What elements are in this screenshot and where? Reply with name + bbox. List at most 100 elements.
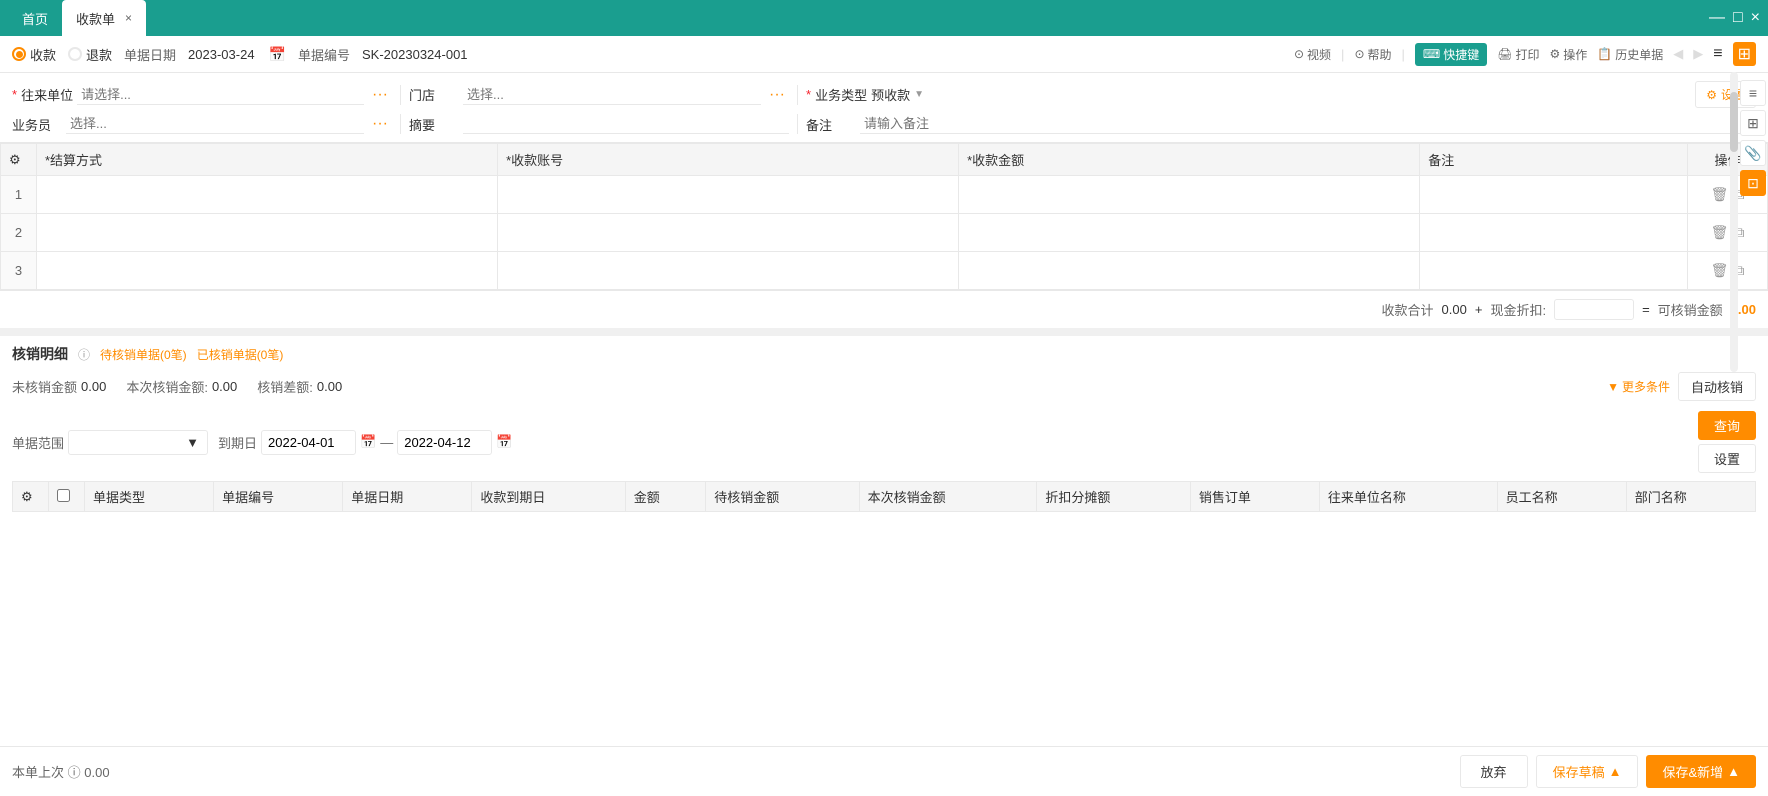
calendar-from-icon[interactable]: 📅 [360, 434, 376, 450]
calendar-icon[interactable]: 📅 [269, 46, 286, 63]
date-to-input[interactable] [397, 430, 492, 455]
scrollbar-thumb[interactable] [1730, 92, 1738, 152]
select-all-checkbox[interactable] [57, 489, 70, 502]
counterpart-input[interactable] [77, 85, 364, 105]
shortcut-btn[interactable]: ⌨ 快捷键 [1415, 43, 1487, 66]
cell-2-2[interactable] [498, 214, 959, 252]
tab-close-icon[interactable]: × [125, 11, 132, 25]
more-conditions-btn[interactable]: ▼ 更多条件 [1607, 378, 1670, 395]
cell-1-2[interactable] [498, 176, 959, 214]
bt-col4-label: 收款到期日 [480, 490, 545, 505]
bt-col9-label: 销售订单 [1199, 490, 1251, 505]
minimize-icon[interactable]: — [1709, 9, 1725, 27]
completed-tab[interactable]: 已核销单据(0笔) [197, 346, 284, 363]
col1-label: *结算方式 [45, 153, 102, 168]
save-draft-btn[interactable]: 保存草稿 ▲ [1536, 755, 1639, 788]
salesperson-dots-btn[interactable]: ··· [368, 115, 392, 133]
cell-2-1[interactable] [37, 214, 498, 252]
delete-icon-2[interactable]: 🗑 [1711, 224, 1729, 241]
cell-2-4[interactable] [1420, 214, 1688, 252]
print-icon: 🖨 [1497, 47, 1512, 61]
receipt-radio[interactable]: 收款 [12, 45, 56, 64]
current-value: 0.00 [212, 379, 237, 394]
bottom-col5-header: 金额 [625, 482, 705, 512]
delete-icon-3[interactable]: 🗑 [1711, 262, 1729, 279]
history-btn[interactable]: 📋 历史单据 [1597, 46, 1663, 63]
abandon-btn[interactable]: 放弃 [1460, 755, 1528, 788]
bottom-col6-header: 待核销金额 [706, 482, 859, 512]
cell-3-4[interactable] [1420, 252, 1688, 290]
store-input[interactable] [463, 85, 761, 105]
print-btn[interactable]: 🖨 打印 [1497, 46, 1539, 63]
form-sep-4 [797, 114, 798, 134]
bt-col12-label: 部门名称 [1635, 490, 1687, 505]
save-new-btn[interactable]: 保存&新增 ▲ [1646, 755, 1756, 788]
right-panel-btn-1[interactable]: ≡ [1740, 80, 1766, 106]
net-label: 可核销金额 [1658, 300, 1723, 319]
tab-home-label: 首页 [22, 9, 48, 28]
form-sep-1 [400, 85, 401, 105]
bottom-gear-header[interactable]: ⚙ [13, 482, 49, 512]
bottom-col8-header: 折扣分摊额 [1037, 482, 1190, 512]
maximize-icon[interactable]: □ [1733, 9, 1743, 27]
cell-3-1[interactable] [37, 252, 498, 290]
bottom-col2-header: 单据编号 [214, 482, 343, 512]
diff-label: 核销差额: [257, 377, 313, 396]
summary-input[interactable] [463, 114, 789, 134]
table-gear-icon[interactable]: ⚙ [9, 152, 21, 167]
cell-1-4[interactable] [1420, 176, 1688, 214]
remark-input[interactable] [860, 114, 1756, 134]
tab-active[interactable]: 收款单 × [62, 0, 146, 36]
range-select[interactable]: ▼ [68, 430, 208, 455]
help-btn[interactable]: ⊙ 帮助 [1354, 46, 1391, 63]
history-icon: 📋 [1597, 47, 1612, 61]
cell-3-2[interactable] [498, 252, 959, 290]
tab-home[interactable]: 首页 [8, 0, 62, 36]
counterpart-dots-btn[interactable]: ··· [368, 86, 392, 104]
view-grid-icon[interactable]: ⊞ [1733, 42, 1756, 66]
business-type-select[interactable]: 预收款 ▼ [871, 85, 924, 104]
counterpart-label: 往来单位 [21, 85, 73, 104]
bottom-col4-header: 收款到期日 [472, 482, 625, 512]
gear-col-header[interactable]: ⚙ [1, 144, 37, 176]
cell-3-3[interactable] [959, 252, 1420, 290]
history-label: 历史单据 [1615, 46, 1663, 63]
close-icon[interactable]: × [1751, 9, 1760, 27]
table-row: 2 🗑 ⧉ [1, 214, 1768, 252]
right-panel-btn-2[interactable]: ⊞ [1740, 110, 1766, 136]
right-panel-btn-4[interactable]: ⊡ [1740, 170, 1766, 196]
date-value: 2023-03-24 [188, 47, 255, 62]
footer-info-icon: ⓘ [68, 765, 81, 780]
pending-tab[interactable]: 待核销单据(0笔) [100, 346, 187, 363]
form-row-2: 业务员 ··· 摘要 备注 [12, 114, 1756, 134]
col2-label: *收款账号 [506, 153, 563, 168]
auto-btn-label: 自动核销 [1691, 380, 1743, 395]
tab-bar: 首页 收款单 × — □ × [0, 0, 1768, 36]
cell-1-3[interactable] [959, 176, 1420, 214]
uncanceled-value: 0.00 [81, 379, 106, 394]
view-list-icon[interactable]: ≡ [1713, 45, 1722, 63]
video-btn[interactable]: ⊙ 视频 [1294, 46, 1331, 63]
cell-1-1[interactable] [37, 176, 498, 214]
reconcile-info-icon[interactable]: ⓘ [78, 346, 90, 363]
discount-input[interactable] [1554, 299, 1634, 320]
reconcile-section: 核销明细 ⓘ 待核销单据(0笔) 已核销单据(0笔) 未核销金额 0.00 本次… [0, 336, 1768, 520]
cell-2-3[interactable] [959, 214, 1420, 252]
calendar-to-icon[interactable]: 📅 [496, 434, 512, 450]
date-from-input[interactable] [261, 430, 356, 455]
col4-label: 备注 [1428, 153, 1454, 168]
store-dots-btn[interactable]: ··· [765, 86, 789, 104]
delete-icon-1[interactable]: 🗑 [1711, 186, 1729, 203]
chevron-down-icon: ▼ [914, 89, 924, 100]
bt-col2-label: 单据编号 [222, 490, 274, 505]
bottom-checkbox-header[interactable] [49, 482, 85, 512]
save-draft-label: 保存草稿 [1553, 762, 1605, 781]
right-panel-btn-3[interactable]: 📎 [1740, 140, 1766, 166]
refund-radio[interactable]: 退款 [68, 45, 112, 64]
row-num-1: 1 [1, 176, 37, 214]
scrollbar[interactable] [1730, 72, 1738, 372]
salesperson-input[interactable] [66, 114, 364, 134]
bt-col8-label: 折扣分摊额 [1045, 490, 1110, 505]
video-icon: ⊙ [1294, 47, 1304, 61]
operation-btn[interactable]: ⚙ 操作 [1550, 46, 1588, 63]
